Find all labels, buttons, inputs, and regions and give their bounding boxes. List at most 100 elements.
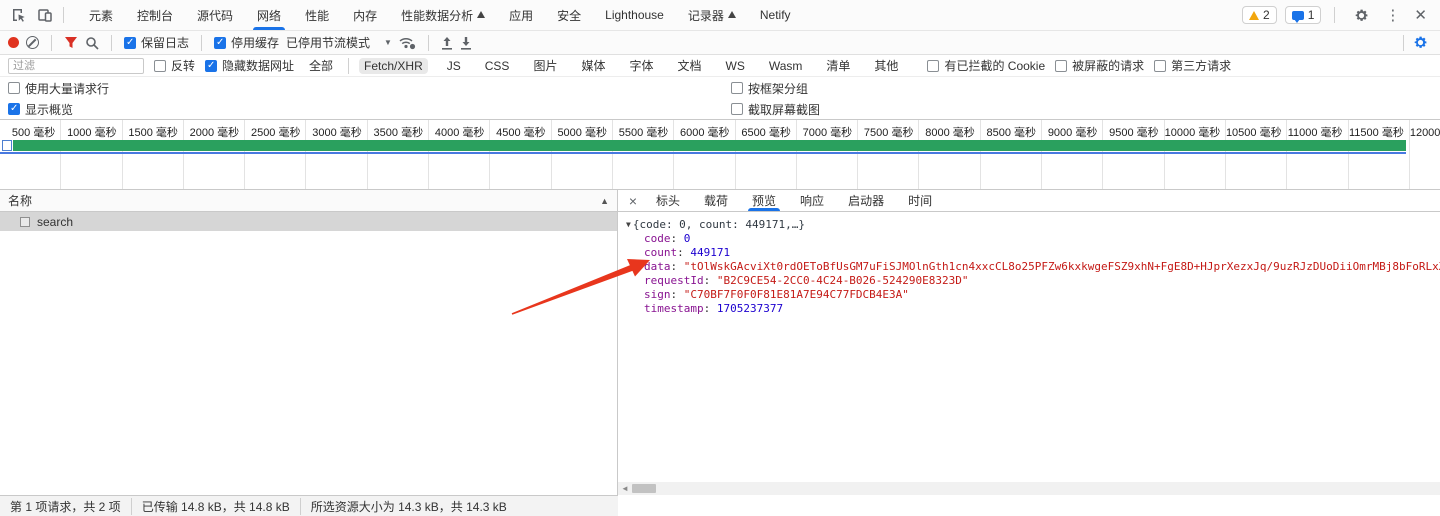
throttling-dropdown[interactable]: 已停用节流模式 ▼	[286, 34, 392, 51]
preview-property-line[interactable]: sign: "C70BF7F0F0F81E81A7E94C77FDCB4E3A"	[626, 288, 1440, 302]
panel-tab[interactable]: 源代码	[185, 0, 245, 30]
show-overview-checkbox[interactable]: 显示概览	[8, 101, 73, 118]
panel-tab[interactable]: 内存	[341, 0, 389, 30]
third-party-checkbox[interactable]: 第三方请求	[1154, 57, 1231, 74]
detail-tab[interactable]: 响应	[788, 190, 836, 211]
filter-funnel-icon[interactable]	[64, 36, 78, 49]
panel-tab-label: Netify	[759, 8, 791, 22]
property-key: code	[644, 232, 671, 245]
preview-root-line[interactable]: ▼ {code: 0, count: 449171,…}	[626, 218, 1440, 232]
clear-network-log-icon[interactable]	[26, 36, 39, 49]
request-row[interactable]: search	[0, 212, 617, 231]
preview-property-line[interactable]: requestId: "B2C9CE54-2CC0-4C24-B026-5242…	[626, 274, 1440, 288]
checkbox-checked-icon	[8, 103, 20, 115]
detail-tab-label: 载荷	[704, 194, 729, 208]
filter-type-pill[interactable]: Wasm	[764, 58, 808, 74]
record-network-log-icon[interactable]	[8, 37, 19, 48]
detail-tab[interactable]: 预览	[740, 190, 788, 211]
requests-table-header[interactable]: 名称 ▲	[0, 190, 617, 212]
panel-tab[interactable]: 网络	[245, 0, 293, 30]
network-settings-gear-icon[interactable]	[1409, 35, 1432, 50]
inspect-element-icon[interactable]	[6, 3, 32, 27]
filter-type-pill[interactable]: 文档	[672, 56, 706, 75]
warnings-badge[interactable]: 2	[1242, 6, 1277, 24]
scroll-left-arrow-icon[interactable]: ◄	[618, 484, 632, 493]
detail-tab[interactable]: 时间	[896, 190, 944, 211]
detail-tab[interactable]: 标头	[644, 190, 692, 211]
panel-tab[interactable]: 性能	[293, 0, 341, 30]
invert-filter-checkbox[interactable]: 反转	[154, 57, 195, 74]
disable-cache-checkbox[interactable]: 停用缓存	[214, 34, 279, 51]
filter-type-pill[interactable]: 媒体	[576, 56, 610, 75]
filter-type-pill[interactable]: CSS	[480, 58, 515, 74]
hide-data-urls-checkbox[interactable]: 隐藏数据网址	[205, 57, 294, 74]
filter-type-pill[interactable]: 清单	[821, 56, 855, 75]
blocked-cookies-checkbox[interactable]: 有已拦截的 Cookie	[927, 57, 1045, 74]
detail-tab[interactable]: 载荷	[692, 190, 740, 211]
request-name: search	[37, 214, 74, 229]
panel-tab[interactable]: Lighthouse	[593, 0, 676, 30]
scrollbar-thumb[interactable]	[632, 484, 656, 493]
key-value-separator: :	[703, 274, 717, 287]
device-toolbar-icon[interactable]	[32, 3, 58, 27]
panel-tab[interactable]: 元素	[77, 0, 125, 30]
timeline-tick-label: 4000 毫秒	[429, 120, 491, 189]
filter-type-pill[interactable]: JS	[442, 58, 466, 74]
detail-tab[interactable]: 启动器	[836, 190, 896, 211]
panel-tab[interactable]: 性能数据分析	[389, 0, 497, 30]
overview-response-bar	[13, 140, 1406, 151]
issues-badge[interactable]: 1	[1284, 6, 1322, 24]
object-summary: {code: 0, count: 449171,…}	[632, 218, 806, 231]
preserve-log-checkbox[interactable]: 保留日志	[124, 34, 189, 51]
filter-type-pill[interactable]: WS	[721, 58, 750, 74]
preview-property-line[interactable]: code: 0	[626, 232, 1440, 246]
export-har-icon[interactable]	[460, 36, 472, 50]
overview-start-segment	[2, 140, 12, 151]
preview-property-line[interactable]: data: "tOlWskGAcviXt0rdOEToBfUsGM7uFiSJM…	[626, 260, 1440, 274]
checkbox-unchecked-icon	[1055, 59, 1068, 72]
expand-triangle-icon[interactable]: ▼	[626, 218, 631, 232]
filter-type-all[interactable]: 全部	[304, 56, 338, 75]
search-network-icon[interactable]	[85, 36, 99, 50]
timeline-tick-label: 6000 毫秒	[674, 120, 736, 189]
panel-tab[interactable]: Netify	[748, 0, 803, 30]
checkbox-checked-icon	[205, 59, 218, 72]
more-options-icon[interactable]: ⋮	[1382, 6, 1403, 24]
preview-property-line[interactable]: timestamp: 1705237377	[626, 302, 1440, 316]
timeline-tick-label: 2500 毫秒	[245, 120, 307, 189]
close-details-icon[interactable]: ×	[622, 190, 644, 211]
property-key: requestId	[644, 274, 704, 287]
key-value-separator: :	[670, 232, 684, 245]
panel-tab[interactable]: 控制台	[125, 0, 185, 30]
timeline-tick-label: 10500 毫秒	[1226, 120, 1288, 189]
panel-tab-label: 源代码	[197, 8, 234, 23]
disable-cache-label: 停用缓存	[231, 36, 280, 50]
details-horizontal-scrollbar[interactable]: ◄	[618, 482, 1440, 495]
blocked-requests-checkbox[interactable]: 被屏蔽的请求	[1055, 57, 1144, 74]
filter-input[interactable]	[8, 57, 144, 74]
network-overview-timeline[interactable]: 500 毫秒 1000 毫秒 1500 毫秒 2000 毫秒 2500 毫秒 3000 毫…	[0, 120, 1440, 190]
filter-type-pill[interactable]: 其他	[869, 56, 903, 75]
preview-property-line[interactable]: count: 449171	[626, 246, 1440, 260]
big-request-rows-checkbox[interactable]: 使用大量请求行	[8, 80, 109, 97]
checkbox-unchecked-icon	[927, 59, 940, 72]
toolbar-separator	[111, 34, 112, 51]
filter-type-pill[interactable]: Fetch/XHR	[359, 57, 428, 74]
network-toolbar: 保留日志 停用缓存 已停用节流模式 ▼	[0, 31, 1440, 55]
group-by-frame-checkbox[interactable]: 按框架分组	[731, 80, 808, 97]
panel-tab[interactable]: 记录器	[676, 0, 748, 30]
timeline-tick-label: 5500 毫秒	[613, 120, 675, 189]
issues-count: 1	[1307, 8, 1315, 22]
filter-type-pill[interactable]: 图片	[528, 56, 562, 75]
panel-tab[interactable]: 应用	[497, 0, 545, 30]
warnings-count: 2	[1263, 8, 1270, 22]
close-devtools-icon[interactable]: ✕	[1411, 6, 1430, 24]
import-har-icon[interactable]	[441, 36, 453, 50]
throttling-value: 已停用节流模式	[286, 36, 371, 50]
capture-screenshots-checkbox[interactable]: 截取屏幕截图	[731, 101, 820, 118]
filter-type-pill[interactable]: 字体	[624, 56, 658, 75]
network-conditions-icon[interactable]	[399, 36, 416, 50]
panel-tab-label: 网络	[257, 8, 282, 23]
panel-tab[interactable]: 安全	[545, 0, 593, 30]
settings-gear-icon[interactable]	[1348, 3, 1374, 27]
